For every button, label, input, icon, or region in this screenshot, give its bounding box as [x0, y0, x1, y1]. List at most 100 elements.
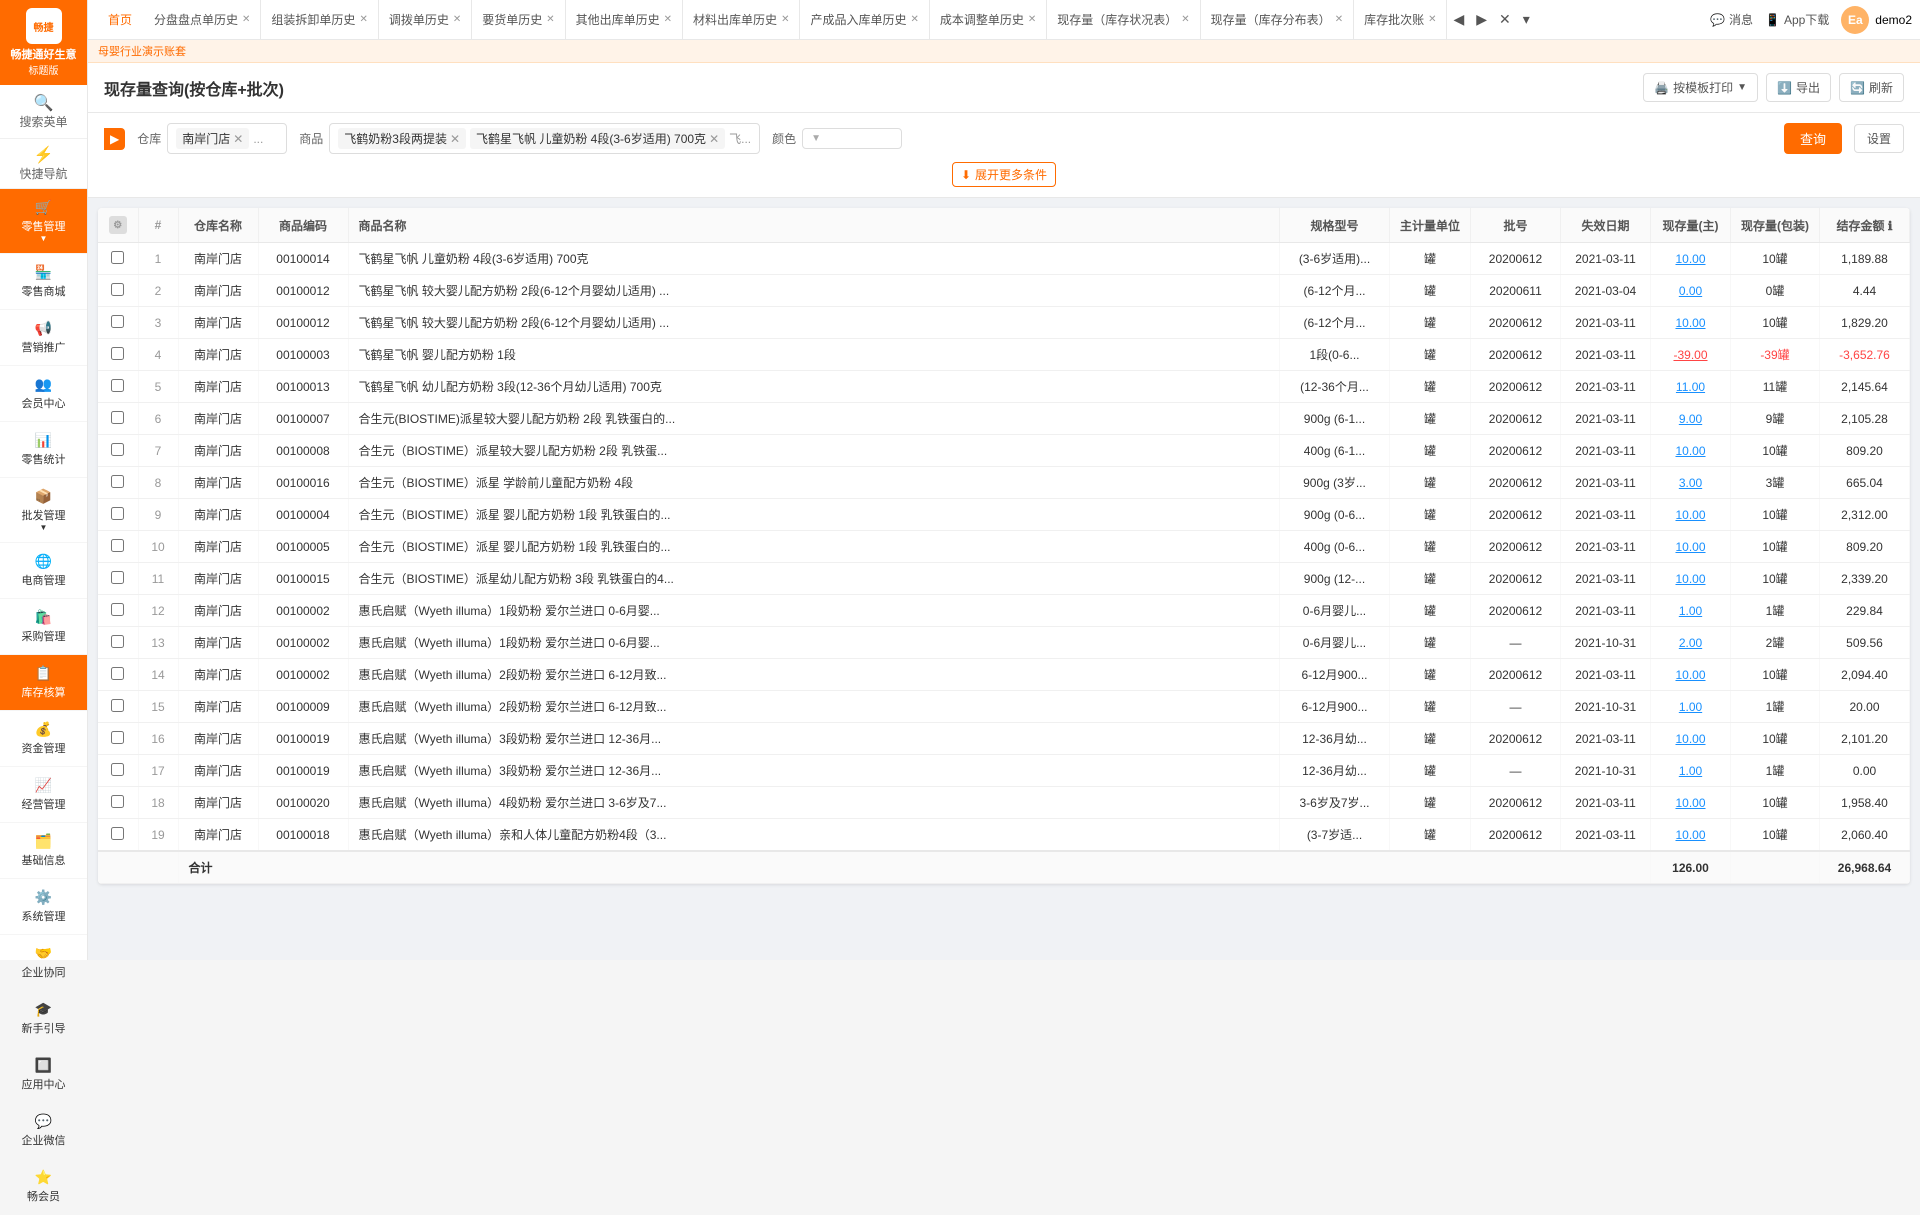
row-checkbox-15[interactable] [98, 723, 138, 755]
tab-chanchengruku-close[interactable]: ✕ [910, 14, 918, 25]
settings-btn[interactable]: 设置 [1854, 124, 1904, 153]
refresh-btn[interactable]: 🔄 刷新 [1839, 73, 1904, 102]
row-checkbox-10[interactable] [98, 563, 138, 595]
row-check-4[interactable] [111, 379, 124, 392]
tab-qitachuKu[interactable]: 其他出库单历史 ✕ [566, 0, 683, 39]
row-checkbox-7[interactable] [98, 467, 138, 499]
sidebar-item-inventory[interactable]: 📋 库存核算 [0, 655, 87, 711]
tab-yaohuo[interactable]: 要货单历史 ✕ [472, 0, 565, 39]
tab-cailiaochu[interactable]: 材料出库单历史 ✕ [683, 0, 800, 39]
row-stock-main-2[interactable]: 10.00 [1651, 307, 1731, 339]
row-check-17[interactable] [111, 795, 124, 808]
sidebar-item-operation[interactable]: 📈 经营管理 [0, 767, 87, 823]
row-check-5[interactable] [111, 411, 124, 424]
tab-menu-btn[interactable]: ▾ [1517, 0, 1536, 39]
tab-close-btn[interactable]: ✕ [1493, 0, 1517, 39]
sidebar-item-collab[interactable]: 🤝 企业协同 [0, 935, 87, 991]
col-settings-icon[interactable]: ⚙ [109, 216, 127, 234]
row-check-11[interactable] [111, 603, 124, 616]
row-checkbox-5[interactable] [98, 403, 138, 435]
filter-expand-arrow[interactable]: ▶ [104, 128, 125, 150]
export-btn[interactable]: ⬇️ 导出 [1766, 73, 1831, 102]
product-tag-1-close[interactable]: ✕ [709, 132, 719, 146]
row-stock-main-5[interactable]: 9.00 [1651, 403, 1731, 435]
tab-xiancunliangzt[interactable]: 现存量（库存状况表） ✕ [1047, 0, 1200, 39]
product-tag-0-close[interactable]: ✕ [450, 132, 460, 146]
row-checkbox-1[interactable] [98, 275, 138, 307]
sidebar-item-basic[interactable]: 🗂️ 基础信息 [0, 823, 87, 879]
sidebar-item-system[interactable]: ⚙️ 系统管理 [0, 879, 87, 935]
row-stock-main-13[interactable]: 10.00 [1651, 659, 1731, 691]
tab-zuzhuang[interactable]: 组装拆卸单历史 ✕ [261, 0, 378, 39]
tab-fenpan-close[interactable]: ✕ [242, 14, 250, 25]
sidebar-item-purchase[interactable]: 🛍️ 采购管理 [0, 599, 87, 655]
tab-prev-btn[interactable]: ◀ [1447, 0, 1470, 39]
tab-chanchengruku[interactable]: 产成品入库单历史 ✕ [800, 0, 929, 39]
row-check-15[interactable] [111, 731, 124, 744]
row-check-1[interactable] [111, 283, 124, 296]
row-stock-main-6[interactable]: 10.00 [1651, 435, 1731, 467]
tab-xiancunliangzt-close[interactable]: ✕ [1181, 14, 1189, 25]
row-checkbox-8[interactable] [98, 499, 138, 531]
tab-xiancunliangfb[interactable]: 现存量（库存分布表） ✕ [1201, 0, 1354, 39]
row-checkbox-16[interactable] [98, 755, 138, 787]
tab-xiancunliangfb-close[interactable]: ✕ [1335, 14, 1343, 25]
row-check-8[interactable] [111, 507, 124, 520]
tab-chenbentiaoz-close[interactable]: ✕ [1028, 14, 1036, 25]
tab-zuzhuang-close[interactable]: ✕ [359, 14, 367, 25]
sidebar-item-ecommerce[interactable]: 🌐 电商管理 [0, 543, 87, 599]
sidebar-item-wechat[interactable]: 💬 企业微信 [0, 1103, 87, 1159]
row-stock-main-17[interactable]: 10.00 [1651, 787, 1731, 819]
row-stock-main-16[interactable]: 1.00 [1651, 755, 1731, 787]
row-checkbox-3[interactable] [98, 339, 138, 371]
message-btn[interactable]: 💬 消息 [1710, 11, 1753, 28]
tab-cailiaochu-close[interactable]: ✕ [781, 14, 789, 25]
row-check-3[interactable] [111, 347, 124, 360]
sidebar-item-retail[interactable]: 🛒 零售管理 ▼ [0, 189, 87, 254]
sidebar-item-vip[interactable]: ⭐ 畅会员 [0, 1159, 87, 1215]
row-check-2[interactable] [111, 315, 124, 328]
warehouse-filter-input[interactable]: 南岸门店 ✕ ... [167, 123, 287, 154]
tab-qitachuKu-close[interactable]: ✕ [664, 14, 672, 25]
tab-next-btn[interactable]: ▶ [1470, 0, 1493, 39]
row-checkbox-12[interactable] [98, 627, 138, 659]
sidebar-item-retailstats[interactable]: 📊 零售统计 [0, 422, 87, 478]
home-tab[interactable]: 首页 [96, 0, 144, 39]
row-checkbox-18[interactable] [98, 819, 138, 852]
row-checkbox-17[interactable] [98, 787, 138, 819]
row-stock-main-18[interactable]: 10.00 [1651, 819, 1731, 852]
row-check-13[interactable] [111, 667, 124, 680]
row-checkbox-0[interactable] [98, 243, 138, 275]
row-stock-main-9[interactable]: 10.00 [1651, 531, 1731, 563]
tab-kucunpici-close[interactable]: ✕ [1428, 14, 1436, 25]
row-check-7[interactable] [111, 475, 124, 488]
row-check-18[interactable] [111, 827, 124, 840]
row-checkbox-2[interactable] [98, 307, 138, 339]
row-check-6[interactable] [111, 443, 124, 456]
product-filter-input[interactable]: 飞鹤奶粉3段两提装 ✕ 飞鹤星飞帆 儿童奶粉 4段(3-6岁适用) 700克 ✕… [329, 123, 760, 154]
row-stock-main-8[interactable]: 10.00 [1651, 499, 1731, 531]
row-check-10[interactable] [111, 571, 124, 584]
user-btn[interactable]: Ea demo2 [1841, 6, 1912, 34]
sidebar-item-guide[interactable]: 🎓 新手引导 [0, 991, 87, 1047]
row-stock-main-1[interactable]: 0.00 [1651, 275, 1731, 307]
tab-yaohuo-close[interactable]: ✕ [546, 14, 554, 25]
color-filter-input[interactable]: ▼ [802, 128, 902, 149]
row-check-0[interactable] [111, 251, 124, 264]
sidebar-item-retailshop[interactable]: 🏪 零售商城 [0, 254, 87, 310]
sidebar-item-marketing[interactable]: 📢 营销推广 [0, 310, 87, 366]
sidebar-item-search[interactable]: 🔍 搜索英单 [0, 85, 87, 139]
tab-diaoBo[interactable]: 调拨单历史 ✕ [379, 0, 472, 39]
row-stock-main-4[interactable]: 11.00 [1651, 371, 1731, 403]
sidebar-item-wholesale[interactable]: 📦 批发管理 ▼ [0, 478, 87, 543]
row-checkbox-14[interactable] [98, 691, 138, 723]
row-checkbox-4[interactable] [98, 371, 138, 403]
row-stock-main-14[interactable]: 1.00 [1651, 691, 1731, 723]
warehouse-dots[interactable]: ... [253, 132, 263, 146]
row-checkbox-13[interactable] [98, 659, 138, 691]
sidebar-item-apps[interactable]: 🔲 应用中心 [0, 1047, 87, 1103]
row-stock-main-15[interactable]: 10.00 [1651, 723, 1731, 755]
row-stock-main-10[interactable]: 10.00 [1651, 563, 1731, 595]
tab-diaoBo-close[interactable]: ✕ [453, 14, 461, 25]
row-check-9[interactable] [111, 539, 124, 552]
